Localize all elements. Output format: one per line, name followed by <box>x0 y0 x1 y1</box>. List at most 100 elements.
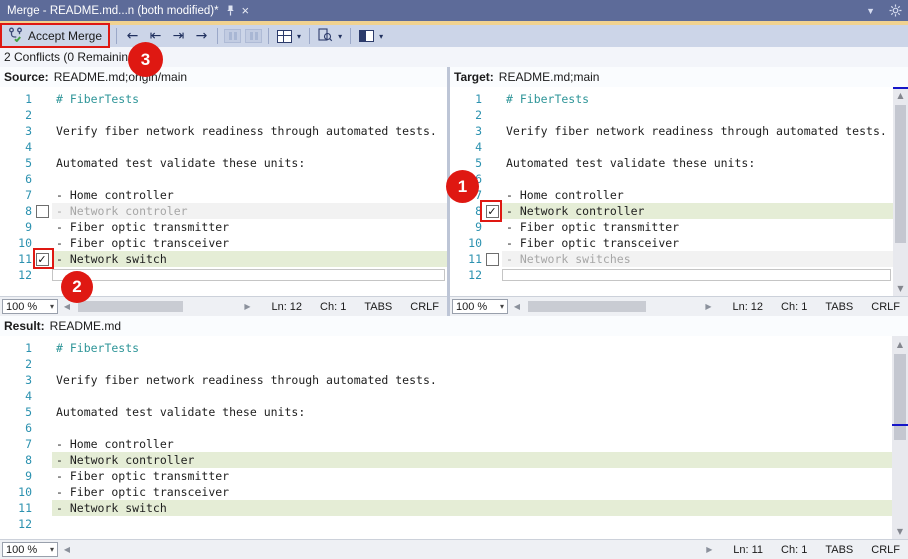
document-tab[interactable]: Merge - README.md...n (both modified)* × <box>0 0 256 21</box>
horizontal-scrollbar[interactable] <box>524 300 701 313</box>
code-text: - Network switch <box>56 252 167 266</box>
line-number: 11 <box>450 252 482 266</box>
next-difference-button[interactable]: → <box>190 25 213 47</box>
line-number: 5 <box>0 156 32 170</box>
next-conflict-button[interactable]: ⇥ <box>167 25 190 47</box>
line-number: 12 <box>450 268 482 282</box>
layout-grid-button[interactable]: ▾ <box>273 25 305 47</box>
accept-merge-button[interactable]: Accept Merge <box>0 25 112 47</box>
zoom-level-select[interactable]: 100 % ▾ <box>2 299 58 314</box>
scroll-down-arrow[interactable]: ▼ <box>893 284 908 293</box>
merge-checkbox[interactable] <box>36 205 49 218</box>
scroll-left-arrow[interactable]: ◀ <box>511 302 523 311</box>
previous-difference-button[interactable]: ← <box>121 25 144 47</box>
code-text: # FiberTests <box>56 92 139 106</box>
code-text: - Network controller <box>506 204 644 218</box>
result-pane-header: Result: README.md <box>0 316 908 336</box>
result-file-name: README.md <box>50 319 121 333</box>
target-editor[interactable]: ▲ ▼ 1# FiberTests23Verify fiber network … <box>450 87 908 296</box>
zoom-level-select[interactable]: 100 % ▾ <box>452 299 508 314</box>
editor-line: 7- Home controller <box>0 187 447 203</box>
horizontal-scrollbar[interactable] <box>74 300 240 313</box>
merge-window: { "window": { "tab_title": "Merge - READ… <box>0 0 908 559</box>
zoom-level-value: 100 % <box>456 301 487 313</box>
toolbar-separator <box>116 28 117 44</box>
scrollbar-thumb[interactable] <box>895 105 906 243</box>
line-body <box>502 107 893 123</box>
editor-line: 8✓- Network controller <box>450 203 893 219</box>
line-body: Automated test validate these units: <box>502 155 893 171</box>
eol-indicator: CRLF <box>871 301 900 313</box>
line-number: 1 <box>0 92 32 106</box>
editor-line: 10- Fiber optic transceiver <box>450 235 893 251</box>
line-body <box>52 269 445 281</box>
checkbox-column <box>482 253 502 266</box>
target-status-bar: 100 % ▾ ◀ ▶ Ln: 12 Ch: 1 TABS CRLF <box>450 296 908 316</box>
scrollbar-thumb[interactable] <box>78 301 183 312</box>
line-number: 4 <box>450 140 482 154</box>
merge-checkbox[interactable] <box>486 253 499 266</box>
previous-conflict-button[interactable]: ⇤ <box>144 25 167 47</box>
scroll-left-arrow[interactable]: ◀ <box>61 302 73 311</box>
column-indicator: Ch: 1 <box>781 544 807 556</box>
line-body: - Network switches <box>502 251 893 267</box>
chevron-down-icon[interactable]: ▼ <box>866 6 875 16</box>
horizontal-scrollbar[interactable] <box>74 543 702 556</box>
source-editor[interactable]: 1# FiberTests23Verify fiber network read… <box>0 87 447 296</box>
preview-zoom-button[interactable]: ▾ <box>314 25 346 47</box>
chevron-down-icon: ▾ <box>338 32 342 41</box>
zoom-level-value: 100 % <box>6 544 37 556</box>
toolbar-separator <box>350 28 351 44</box>
grid-layout-icon <box>277 30 292 43</box>
scrollbar-thumb[interactable] <box>528 301 646 312</box>
result-pane-label: Result: <box>4 319 45 333</box>
scrollbar-caret-marker <box>892 424 908 426</box>
eol-indicator: CRLF <box>410 301 439 313</box>
merge-checkbox[interactable]: ✓ <box>486 205 499 218</box>
scroll-left-arrow[interactable]: ◀ <box>61 545 73 554</box>
scroll-right-arrow[interactable]: ▶ <box>241 302 253 311</box>
view-mode-button[interactable]: ▾ <box>355 25 387 47</box>
editor-line: 1# FiberTests <box>450 91 893 107</box>
scroll-down-arrow[interactable]: ▼ <box>892 527 908 536</box>
code-text: - Network controler <box>56 204 188 218</box>
close-icon[interactable]: × <box>242 4 250 17</box>
scroll-right-arrow[interactable]: ▶ <box>702 302 714 311</box>
editor-line: 3Verify fiber network readiness through … <box>0 372 892 388</box>
gear-icon[interactable] <box>889 4 902 17</box>
target-file-name: README.md;main <box>499 70 600 84</box>
tab-title: Merge - README.md...n (both modified)* <box>7 5 219 17</box>
source-file-name: README.md;origin/main <box>54 70 187 84</box>
line-body: - Network controller <box>52 452 892 468</box>
code-text: - Home controller <box>506 188 624 202</box>
editor-line: 2 <box>0 107 447 123</box>
scroll-up-arrow[interactable]: ▲ <box>893 91 908 100</box>
source-pane-header: Source: README.md;origin/main <box>0 67 447 87</box>
scrollbar-thumb[interactable] <box>894 354 906 440</box>
scroll-right-arrow[interactable]: ▶ <box>703 545 715 554</box>
source-pane: Source: README.md;origin/main 1 # FiberTe… <box>0 67 447 316</box>
line-body <box>52 420 892 436</box>
line-body <box>52 171 447 187</box>
line-body <box>502 269 891 281</box>
editor-line: 7- Home controller <box>450 187 893 203</box>
column-indicator: Ch: 1 <box>781 301 807 313</box>
line-body: # FiberTests <box>52 91 447 107</box>
pin-icon[interactable] <box>226 5 235 16</box>
line-body: Verify fiber network readiness through a… <box>502 123 893 139</box>
line-number: 6 <box>0 421 32 435</box>
scroll-up-arrow[interactable]: ▲ <box>892 340 908 349</box>
vertical-scrollbar[interactable]: ▲ ▼ <box>892 336 908 539</box>
line-number: 3 <box>0 373 32 387</box>
editor-line: 8- Network controller <box>0 452 892 468</box>
editor-line: 6 <box>450 171 893 187</box>
merge-checkbox[interactable]: ✓ <box>36 253 49 266</box>
vertical-scrollbar[interactable]: ▲ ▼ <box>893 87 908 296</box>
line-number: 9 <box>0 220 32 234</box>
editor-line: 2 <box>0 356 892 372</box>
result-editor[interactable]: ▲ ▼ 1# FiberTests23Verify fiber network … <box>0 336 908 539</box>
editor-line: 10- Fiber optic transceiver <box>0 235 447 251</box>
zoom-level-select[interactable]: 100 % ▾ <box>2 542 58 557</box>
target-pane-label: Target: <box>454 70 494 84</box>
tabs-indicator: TABS <box>825 301 853 313</box>
